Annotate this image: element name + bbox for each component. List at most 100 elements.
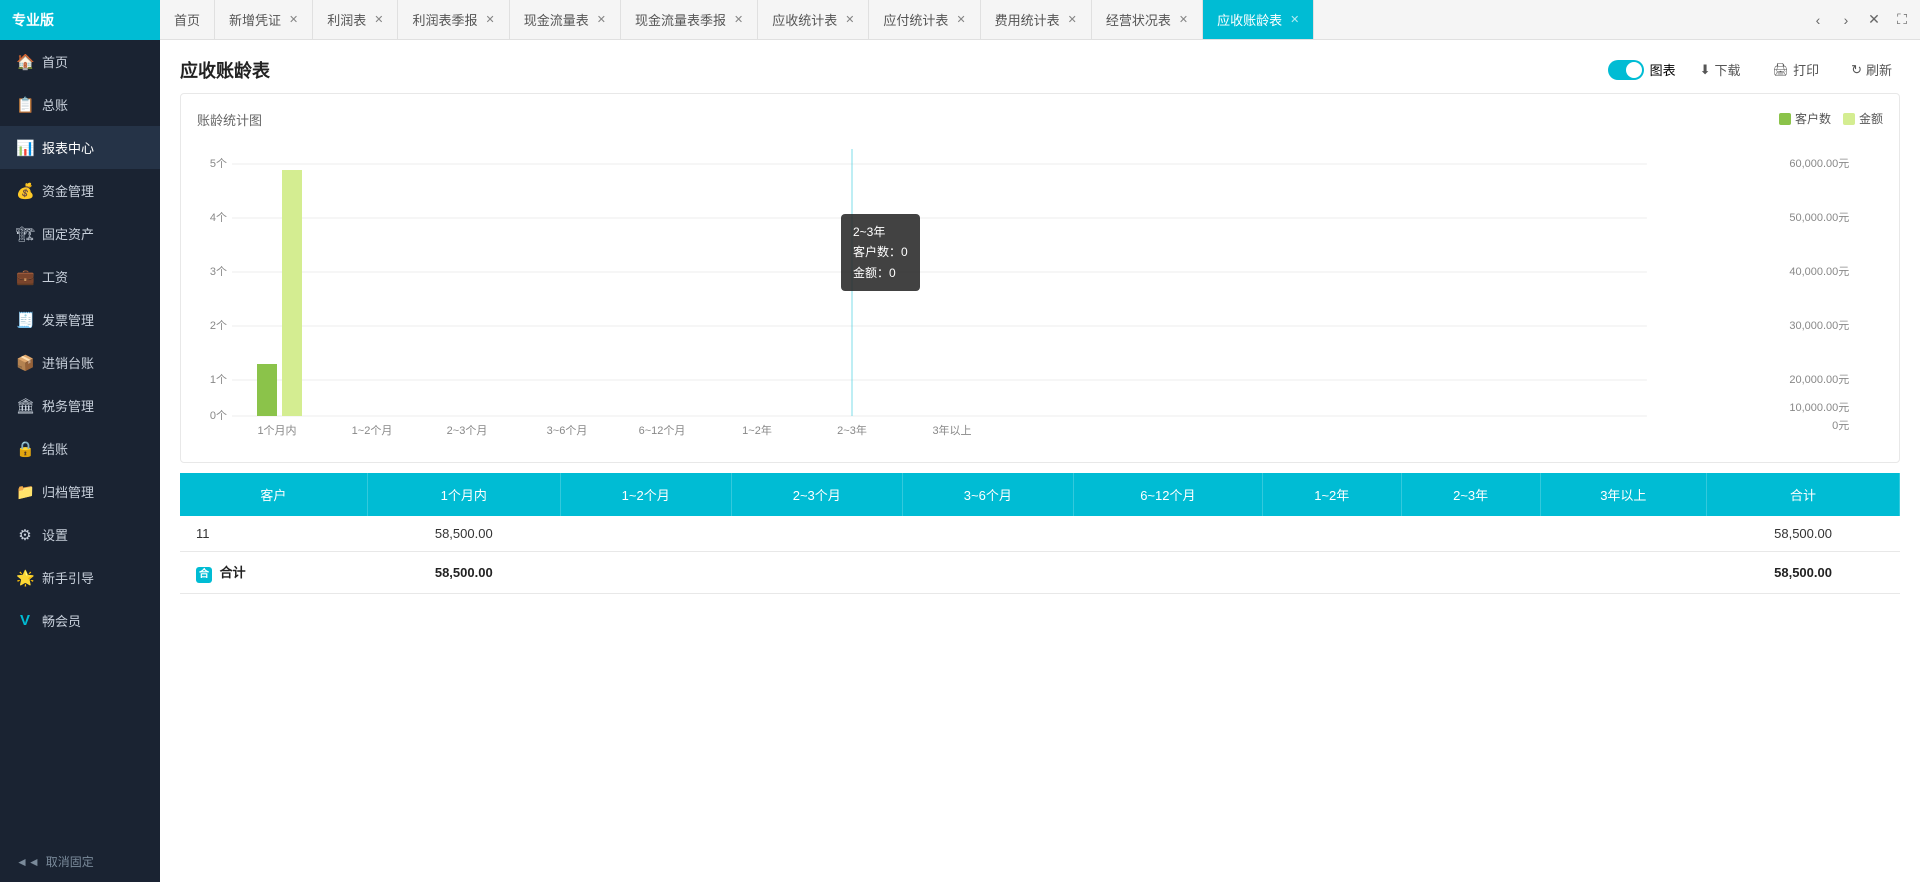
- close-cashflow-icon[interactable]: ✕: [597, 13, 606, 26]
- inventory-icon: 📦: [16, 354, 34, 372]
- svg-text:6~12个月: 6~12个月: [639, 424, 686, 437]
- col-total: 合计: [1707, 473, 1900, 516]
- chart-toggle-wrap: 图表: [1608, 60, 1676, 80]
- guide-icon: 🌟: [16, 569, 34, 587]
- header-actions: 图表 ⬇ 下载 🖨 打印 ↻ 刷新: [1608, 56, 1900, 83]
- sidebar-item-vip[interactable]: V 畅会员: [0, 599, 160, 642]
- svg-text:60,000.00元: 60,000.00元: [1789, 158, 1849, 170]
- legend-customer-dot: [1779, 113, 1791, 125]
- table-wrap: 客户 1个月内 1~2个月 2~3个月 3~6个月 6~12个月 1~2年 2~…: [180, 473, 1900, 594]
- page-header: 应收账龄表 图表 ⬇ 下载 🖨 打印 ↻ 刷新: [160, 40, 1920, 93]
- svg-text:3年以上: 3年以上: [932, 423, 971, 437]
- sidebar-item-invoice[interactable]: 🧾 发票管理: [0, 298, 160, 341]
- total-month1: 58,500.00: [367, 552, 560, 594]
- tab-prev-button[interactable]: ‹: [1806, 8, 1830, 32]
- fund-icon: 💰: [16, 182, 34, 200]
- sidebar-item-fund[interactable]: 💰 资金管理: [0, 169, 160, 212]
- sidebar-item-guide[interactable]: 🌟 新手引导: [0, 556, 160, 599]
- sidebar-unpin-button[interactable]: ◄◄ 取消固定: [0, 841, 160, 882]
- tab-profit[interactable]: 利润表 ✕: [313, 0, 398, 39]
- tab-bar: 首页 新增凭证 ✕ 利润表 ✕ 利润表季报 ✕ 现金流量表 ✕ 现金流量表季报 …: [160, 0, 1920, 40]
- tab-receivable-stat[interactable]: 应收统计表 ✕: [758, 0, 869, 39]
- sidebar-item-report[interactable]: 📊 报表中心: [0, 126, 160, 169]
- tab-close-all-button[interactable]: ✕: [1862, 8, 1886, 32]
- close-receivable-stat-icon[interactable]: ✕: [845, 13, 854, 26]
- svg-text:1个月内: 1个月内: [257, 423, 296, 437]
- sidebar-item-ledger[interactable]: 📋 总账: [0, 83, 160, 126]
- close-business-stat-icon[interactable]: ✕: [1179, 13, 1188, 26]
- close-profit-icon[interactable]: ✕: [374, 13, 383, 26]
- svg-text:3个: 3个: [210, 265, 227, 278]
- sidebar-item-tax[interactable]: 🏛 税务管理: [0, 384, 160, 427]
- svg-text:5个: 5个: [210, 157, 227, 170]
- tab-profit-quarter[interactable]: 利润表季报 ✕: [398, 0, 509, 39]
- sidebar-item-inventory[interactable]: 📦 进销台账: [0, 341, 160, 384]
- chart-title: 账龄统计图: [197, 110, 1883, 129]
- sidebar-item-salary[interactable]: 💼 工资: [0, 255, 160, 298]
- legend-amount-dot: [1843, 113, 1855, 125]
- sidebar-item-home[interactable]: 🏠 首页: [0, 40, 160, 83]
- legend-amount: 金额: [1843, 110, 1883, 127]
- svg-text:1~2年: 1~2年: [742, 423, 772, 437]
- tab-receivable-aging[interactable]: 应收账龄表 ✕: [1203, 0, 1314, 39]
- svg-text:0元: 0元: [1832, 420, 1849, 432]
- svg-text:1~2个月: 1~2个月: [352, 424, 393, 437]
- total-month612: [1073, 552, 1262, 594]
- close-receivable-aging-icon[interactable]: ✕: [1290, 13, 1299, 26]
- svg-text:1个: 1个: [210, 373, 227, 386]
- close-payable-stat-icon[interactable]: ✕: [956, 13, 965, 26]
- svg-text:2~3个月: 2~3个月: [447, 424, 488, 437]
- total-month36: [902, 552, 1073, 594]
- tab-expense-stat[interactable]: 费用统计表 ✕: [981, 0, 1092, 39]
- svg-text:2个: 2个: [210, 319, 227, 332]
- chart-toggle-label: 图表: [1650, 60, 1676, 79]
- chart-area: 账龄统计图 客户数 金额 5个 4个 3个 2个 1个 0个: [180, 93, 1900, 463]
- settings-icon: ⚙: [16, 526, 34, 544]
- cell-month1: 58,500.00: [367, 516, 560, 552]
- salary-icon: 💼: [16, 268, 34, 286]
- tab-business-stat[interactable]: 经营状况表 ✕: [1092, 0, 1203, 39]
- tab-voucher[interactable]: 新增凭证 ✕: [215, 0, 313, 39]
- tab-nav-buttons: ‹ › ✕ ⛶: [1800, 8, 1920, 32]
- tab-home[interactable]: 首页: [160, 0, 215, 39]
- close-cashflow-quarter-icon[interactable]: ✕: [734, 13, 743, 26]
- total-label: 合 合计: [180, 552, 367, 594]
- col-year12: 1~2年: [1262, 473, 1401, 516]
- asset-icon: 🏗: [16, 225, 34, 243]
- close-profit-quarter-icon[interactable]: ✕: [486, 13, 495, 26]
- closing-icon: 🔒: [16, 440, 34, 458]
- svg-text:10,000.00元: 10,000.00元: [1789, 402, 1849, 414]
- download-button[interactable]: ⬇ 下载: [1692, 56, 1749, 83]
- sidebar-item-archive[interactable]: 📁 归档管理: [0, 470, 160, 513]
- svg-text:20,000.00元: 20,000.00元: [1789, 374, 1849, 386]
- svg-text:0个: 0个: [210, 409, 227, 422]
- tab-payable-stat[interactable]: 应付统计表 ✕: [869, 0, 980, 39]
- col-month612: 6~12个月: [1073, 473, 1262, 516]
- tab-cashflow[interactable]: 现金流量表 ✕: [510, 0, 621, 39]
- svg-text:30,000.00元: 30,000.00元: [1789, 320, 1849, 332]
- col-month12: 1~2个月: [560, 473, 731, 516]
- sidebar-item-settings[interactable]: ⚙ 设置: [0, 513, 160, 556]
- print-button[interactable]: 🖨 打印: [1765, 56, 1828, 83]
- sidebar-logo: 专业版: [0, 0, 160, 40]
- close-expense-stat-icon[interactable]: ✕: [1068, 13, 1077, 26]
- total-year12: [1262, 552, 1401, 594]
- tab-cashflow-quarter[interactable]: 现金流量表季报 ✕: [621, 0, 758, 39]
- sidebar-item-closing[interactable]: 🔒 结账: [0, 427, 160, 470]
- vip-icon: V: [16, 612, 34, 629]
- cell-year23: [1401, 516, 1540, 552]
- sidebar-item-asset[interactable]: 🏗 固定资产: [0, 212, 160, 255]
- invoice-icon: 🧾: [16, 311, 34, 329]
- close-voucher-icon[interactable]: ✕: [289, 13, 298, 26]
- tax-icon: 🏛: [16, 397, 34, 415]
- aging-table: 客户 1个月内 1~2个月 2~3个月 3~6个月 6~12个月 1~2年 2~…: [180, 473, 1900, 594]
- tab-next-button[interactable]: ›: [1834, 8, 1858, 32]
- archive-icon: 📁: [16, 483, 34, 501]
- chart-toggle[interactable]: [1608, 60, 1644, 80]
- tab-fullscreen-button[interactable]: ⛶: [1890, 8, 1914, 32]
- report-icon: 📊: [16, 139, 34, 157]
- refresh-button[interactable]: ↻ 刷新: [1843, 56, 1900, 83]
- home-icon: 🏠: [16, 53, 34, 71]
- print-icon: 🖨: [1773, 62, 1790, 78]
- bar-chart: 5个 4个 3个 2个 1个 0个 60,000.00元 50,000.00元 …: [197, 149, 1883, 439]
